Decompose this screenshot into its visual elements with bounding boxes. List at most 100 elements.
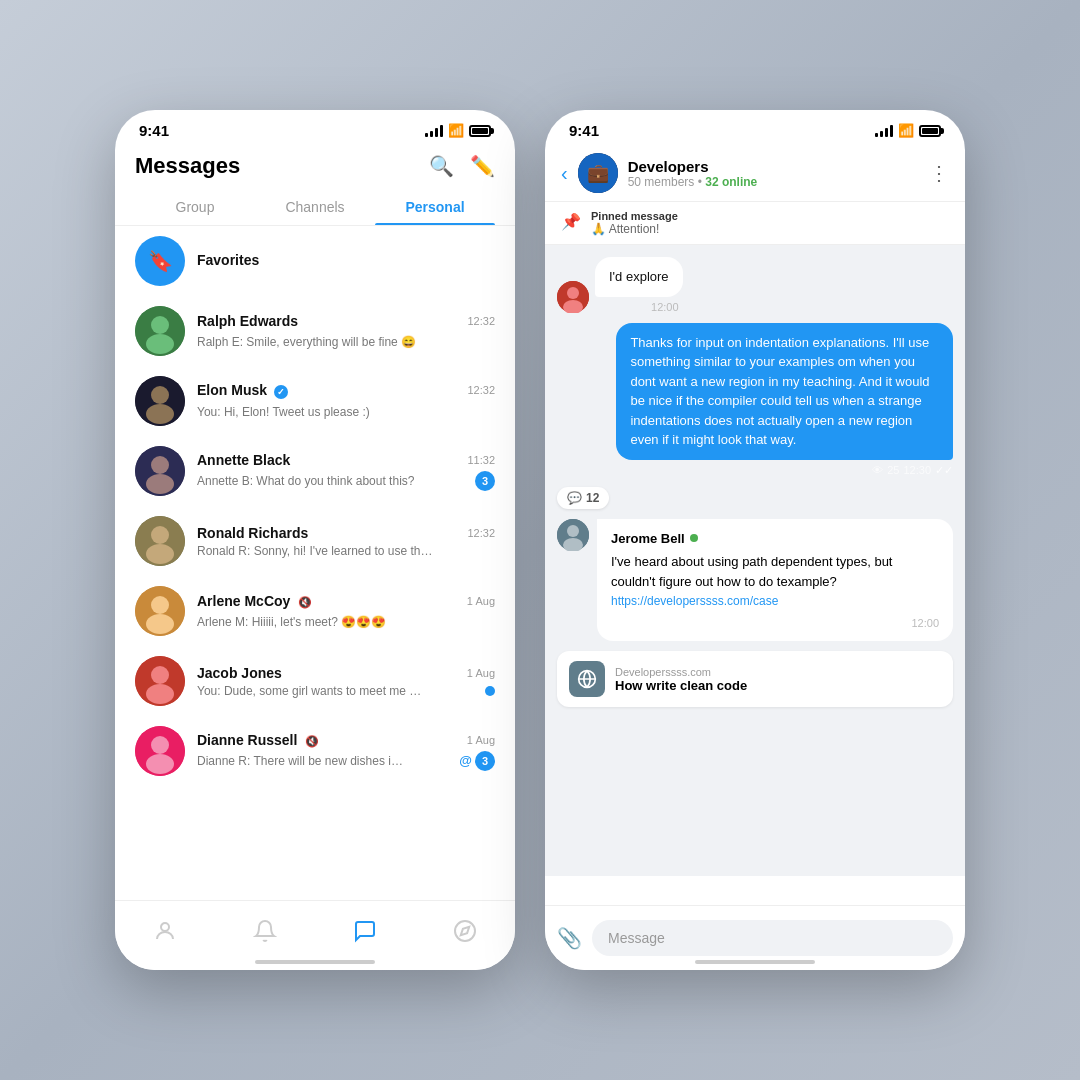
avatar (135, 376, 185, 426)
home-indicator (255, 960, 375, 964)
svg-point-22 (455, 921, 475, 941)
home-indicator (695, 960, 815, 964)
list-item[interactable]: Arlene McCoy 🔇 1 Aug Arlene M: Hiiiii, l… (115, 576, 515, 646)
message-item: Jerome Bell I've heard about using path … (557, 519, 953, 642)
tab-group[interactable]: Group (135, 191, 255, 225)
replies-count[interactable]: 💬 12 (557, 487, 609, 509)
list-item[interactable]: Jacob Jones 1 Aug You: Dude, some girl w… (115, 646, 515, 716)
battery-icon (919, 125, 941, 137)
svg-point-14 (146, 614, 174, 634)
page-title: Messages (135, 153, 240, 179)
nav-notifications[interactable] (253, 919, 277, 943)
list-item[interactable]: Ralph Edwards 12:32 Ralph E: Smile, ever… (115, 296, 515, 366)
chat-name: Developers (628, 158, 919, 175)
conv-name: Elon Musk ✓ (197, 382, 288, 398)
svg-point-20 (146, 754, 174, 774)
conv-preview: Ralph E: Smile, everything will be fine … (197, 335, 416, 349)
avatar: 🔖 (135, 236, 185, 286)
status-icons-right: 📶 (875, 123, 941, 138)
conv-name: Arlene McCoy 🔇 (197, 593, 312, 609)
nav-explore[interactable] (453, 919, 477, 943)
list-item[interactable]: Annette Black 11:32 Annette B: What do y… (115, 436, 515, 506)
svg-point-7 (151, 456, 169, 474)
svg-point-10 (151, 526, 169, 544)
conv-name: Dianne Russell 🔇 (197, 732, 319, 748)
svg-point-8 (146, 474, 174, 494)
muted-icon: 🔇 (298, 596, 312, 608)
list-item[interactable]: Elon Musk ✓ 12:32 You: Hi, Elon! Tweet u… (115, 366, 515, 436)
conv-time: 12:32 (467, 315, 495, 327)
svg-point-2 (146, 334, 174, 354)
conv-content: Annette Black 11:32 Annette B: What do y… (197, 452, 495, 491)
conv-preview: Ronald R: Sonny, hi! I've learned to use… (197, 544, 437, 558)
more-button[interactable]: ⋮ (929, 161, 949, 185)
svg-point-21 (161, 923, 169, 931)
conv-content: Favorites (197, 252, 495, 271)
chat-header: ‹ 💼 Developers 50 members • 32 online ⋮ (545, 145, 965, 202)
right-phone: 9:41 📶 ‹ 💼 Developers 50 mem (545, 110, 965, 970)
conv-time: 12:32 (467, 527, 495, 539)
svg-point-5 (146, 404, 174, 424)
conv-time: 1 Aug (467, 667, 495, 679)
status-icons-left: 📶 (425, 123, 491, 138)
avatar (135, 726, 185, 776)
conv-name: Ronald Richards (197, 525, 308, 541)
tabs: Group Channels Personal (115, 179, 515, 226)
jerome-link[interactable]: https://developerssss.com/case (611, 594, 778, 608)
message-bubble: I'd explore (595, 257, 683, 297)
battery-icon (469, 125, 491, 137)
conv-content: Jacob Jones 1 Aug You: Dude, some girl w… (197, 665, 495, 698)
tab-channels[interactable]: Channels (255, 191, 375, 225)
svg-point-17 (146, 684, 174, 704)
jerome-time: 12:00 (611, 615, 939, 632)
conv-time: 1 Aug (467, 595, 495, 607)
list-item[interactable]: Dianne Russell 🔇 1 Aug Dianne R: There w… (115, 716, 515, 786)
tab-personal[interactable]: Personal (375, 191, 495, 225)
time-right: 9:41 (569, 122, 599, 139)
left-phone: 9:41 📶 Messages 🔍 ✏️ Group Channels Pers… (115, 110, 515, 970)
online-dot (690, 534, 698, 542)
svg-text:💼: 💼 (587, 162, 610, 184)
signal-icon (425, 125, 443, 137)
link-preview[interactable]: Developerssss.com How write clean code (557, 651, 953, 707)
wifi-icon: 📶 (898, 123, 914, 138)
svg-point-29 (567, 525, 579, 537)
status-bar-right: 9:41 📶 (545, 110, 965, 145)
attach-button[interactable]: 📎 (557, 926, 582, 950)
conv-preview: Dianne R: There will be new dishes in th… (197, 754, 407, 768)
pinned-text: 🙏 Attention! (591, 222, 678, 236)
sender-avatar (557, 281, 589, 313)
message-input[interactable]: Message (592, 920, 953, 956)
conv-content: Dianne Russell 🔇 1 Aug Dianne R: There w… (197, 732, 495, 771)
link-preview-icon (569, 661, 605, 697)
status-bar-left: 9:41 📶 (115, 110, 515, 145)
chat-area: I'd explore 12:00 Thanks for input on in… (545, 245, 965, 876)
conv-content: Ralph Edwards 12:32 Ralph E: Smile, ever… (197, 313, 495, 350)
views-icon: 👁 (872, 464, 883, 476)
unread-badge: 3 (475, 751, 495, 771)
unread-dot (485, 686, 495, 696)
nav-contacts[interactable] (153, 919, 177, 943)
messages-header: Messages 🔍 ✏️ (115, 145, 515, 179)
read-receipt-icon: ✓✓ (935, 464, 953, 477)
signal-icon (875, 125, 893, 137)
back-button[interactable]: ‹ (561, 162, 568, 185)
conv-preview: You: Hi, Elon! Tweet us please :) (197, 405, 370, 419)
search-icon[interactable]: 🔍 (429, 154, 454, 178)
conv-content: Arlene McCoy 🔇 1 Aug Arlene M: Hiiiii, l… (197, 593, 495, 630)
message-received: I'd explore 12:00 (557, 257, 683, 313)
nav-messages[interactable] (353, 919, 377, 943)
svg-point-1 (151, 316, 169, 334)
conv-name: Annette Black (197, 452, 290, 468)
compose-icon[interactable]: ✏️ (470, 154, 495, 178)
online-count: 32 online (705, 175, 757, 189)
pinned-message[interactable]: 📌 Pinned message 🙏 Attention! (545, 202, 965, 245)
conv-time: 11:32 (467, 454, 495, 466)
message-bubble: Jerome Bell I've heard about using path … (597, 519, 953, 642)
header-actions: 🔍 ✏️ (429, 154, 495, 178)
svg-point-13 (151, 596, 169, 614)
list-item[interactable]: 🔖 Favorites (115, 226, 515, 296)
list-item[interactable]: Ronald Richards 12:32 Ronald R: Sonny, h… (115, 506, 515, 576)
avatar (135, 516, 185, 566)
comment-icon: 💬 (567, 491, 582, 505)
